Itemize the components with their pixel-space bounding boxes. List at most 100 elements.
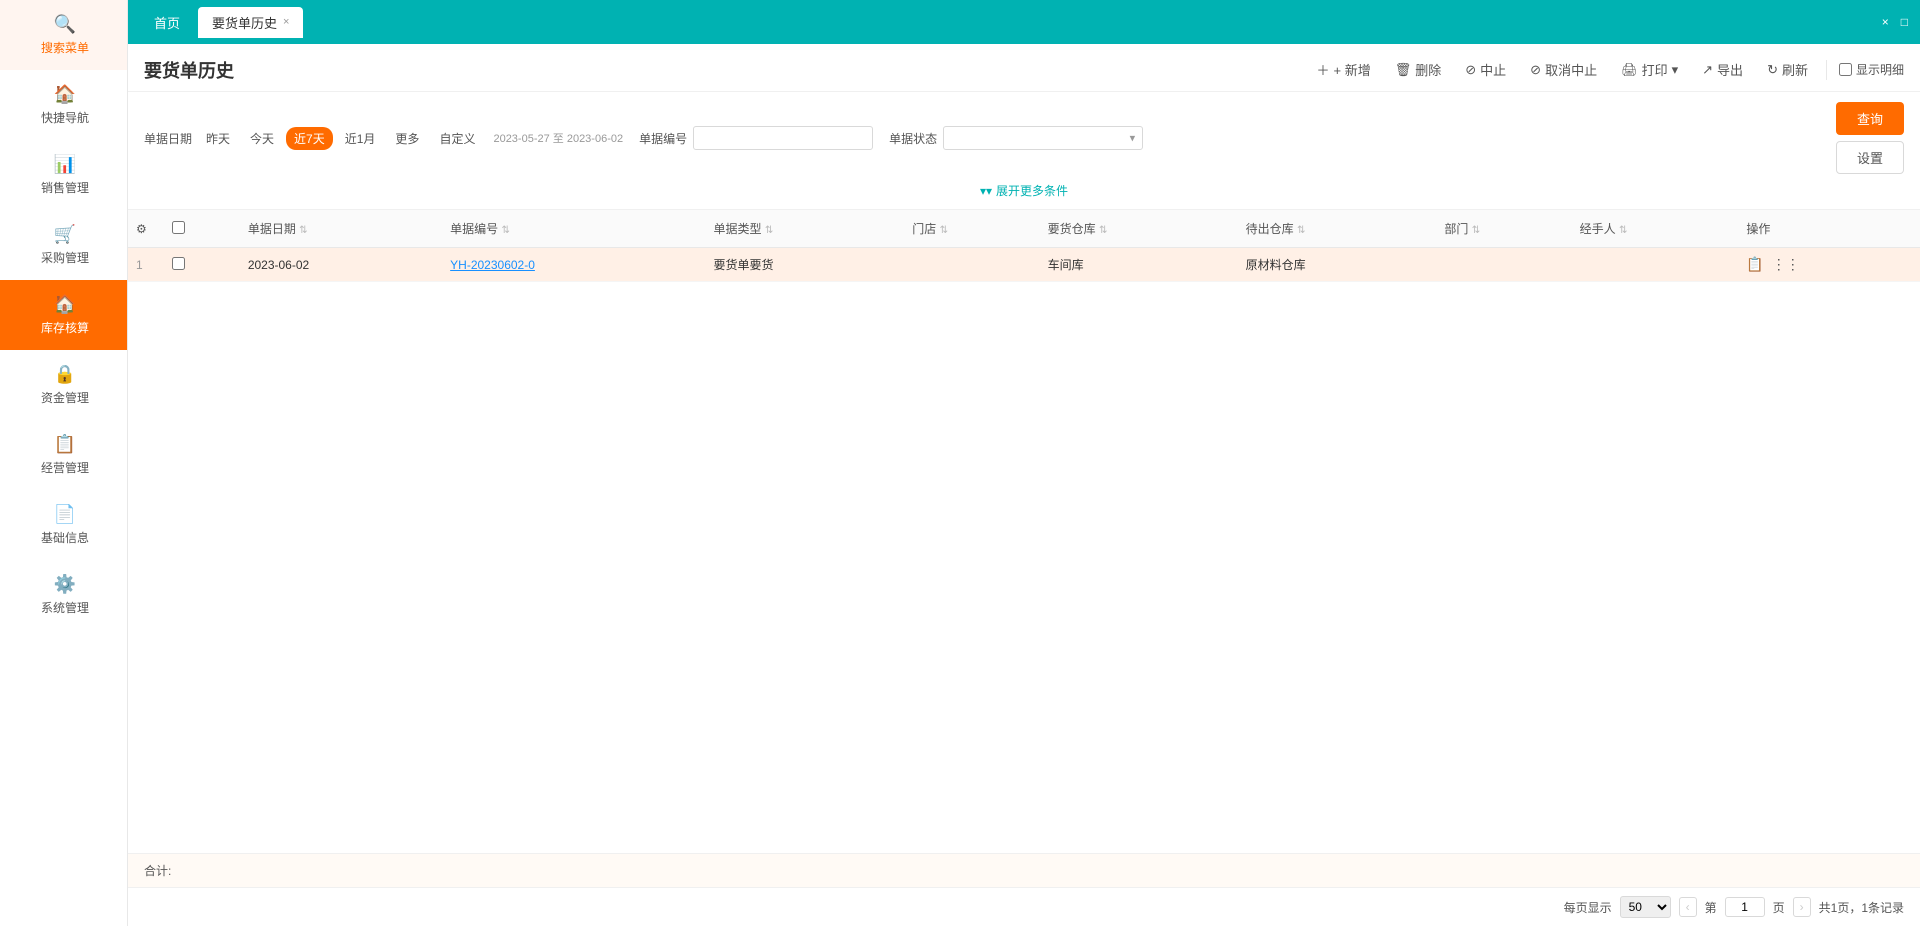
- delete-button[interactable]: 🗑 删除: [1389, 56, 1448, 83]
- topbar-close-btn[interactable]: ×: [1882, 15, 1889, 29]
- th-handler-label: 经手人: [1580, 222, 1616, 236]
- doc-no-input[interactable]: [693, 126, 873, 150]
- next-page-btn[interactable]: ›: [1793, 897, 1811, 917]
- sidebar-item-purchase-mgmt[interactable]: 🛒 采购管理: [0, 210, 127, 280]
- topbar-right-actions: × □: [1882, 15, 1908, 29]
- cell-action: 📋 ⋮⋮: [1738, 248, 1920, 282]
- sort-handler-icon[interactable]: ⇅: [1619, 225, 1627, 236]
- sidebar-item-label: 快捷导航: [41, 109, 89, 126]
- query-button[interactable]: 查询: [1836, 102, 1904, 135]
- date-btn-today[interactable]: 今天: [242, 127, 282, 150]
- status-select[interactable]: [943, 126, 1143, 150]
- print-dropdown-icon[interactable]: ▾: [1672, 62, 1679, 78]
- page-title: 要货单历史: [144, 57, 234, 83]
- new-button[interactable]: ＋ + 新增: [1310, 56, 1376, 83]
- sidebar-item-label: 搜索菜单: [41, 39, 89, 56]
- cell-checkbox: [164, 248, 240, 282]
- print-button[interactable]: 🖨 打印 ▾: [1615, 56, 1684, 83]
- export-button[interactable]: ↗ 导出: [1696, 56, 1749, 83]
- sort-req-warehouse-icon[interactable]: ⇅: [1099, 225, 1107, 236]
- export-icon: ↗: [1702, 62, 1713, 78]
- topbar-minimize-btn[interactable]: □: [1901, 15, 1908, 29]
- sort-dept-icon[interactable]: ⇅: [1472, 225, 1480, 236]
- doc-no-filter: 单据编号: [639, 126, 873, 150]
- cell-req-warehouse: 车间库: [1040, 248, 1238, 282]
- doc-no-link[interactable]: YH-20230602-0: [450, 258, 535, 272]
- sort-pending-warehouse-icon[interactable]: ⇅: [1297, 225, 1305, 236]
- sort-doc-no-icon[interactable]: ⇅: [502, 225, 510, 236]
- toolbar: ＋ + 新增 🗑 删除 ⊘ 中止 ⊘ 取消中止 🖨 打印: [1310, 56, 1904, 83]
- settings-col-icon[interactable]: ⚙: [136, 222, 147, 236]
- expand-more-btn[interactable]: ▾▾ 展开更多条件: [144, 182, 1904, 199]
- delete-icon: 🗑: [1395, 62, 1412, 78]
- stop-button[interactable]: ⊘ 中止: [1459, 56, 1512, 83]
- th-store-label: 门店: [912, 222, 936, 236]
- row-number: 1: [136, 258, 143, 272]
- date-range-display: 2023-05-27 至 2023-06-02: [493, 130, 623, 146]
- page-header: 要货单历史 ＋ + 新增 🗑 删除 ⊘ 中止 ⊘ 取消中止: [128, 44, 1920, 92]
- sort-date-icon[interactable]: ⇅: [299, 225, 307, 236]
- cell-doc-type: 要货单要货: [706, 248, 905, 282]
- close-tab-icon[interactable]: ×: [283, 16, 289, 28]
- show-detail-input[interactable]: [1839, 63, 1852, 76]
- filter-row: 单据日期 昨天 今天 近7天 近1月 更多 自定义 2023-05-27 至 2…: [144, 102, 1904, 174]
- sort-store-icon[interactable]: ⇅: [940, 225, 948, 236]
- sidebar-item-basic-info[interactable]: 📄 基础信息: [0, 490, 127, 560]
- prev-page-btn[interactable]: ‹: [1679, 897, 1697, 917]
- select-all-checkbox[interactable]: [172, 221, 185, 234]
- row-edit-icon[interactable]: 📋: [1746, 256, 1763, 273]
- date-btn-more[interactable]: 更多: [387, 127, 427, 150]
- sys-mgmt-icon: ⚙️: [54, 574, 76, 595]
- show-detail-checkbox[interactable]: 显示明细: [1839, 61, 1904, 78]
- filter-action-buttons: 查询 设置: [1836, 102, 1904, 174]
- tab-active[interactable]: 要货单历史 ×: [198, 7, 303, 38]
- tab-home[interactable]: 首页: [140, 7, 194, 38]
- sales-mgmt-icon: 📊: [54, 154, 76, 175]
- export-label: 导出: [1717, 60, 1743, 79]
- date-btn-1month[interactable]: 近1月: [337, 127, 384, 150]
- sidebar-item-inventory[interactable]: 🏠 库存核算: [0, 280, 127, 350]
- page-prefix: 第: [1705, 899, 1717, 916]
- new-label: + 新增: [1333, 60, 1370, 79]
- th-action: 操作: [1738, 210, 1920, 248]
- refresh-button[interactable]: ↻ 刷新: [1761, 56, 1814, 83]
- th-doc-type: 单据类型 ⇅: [706, 210, 905, 248]
- table-wrapper: ⚙ 单据日期 ⇅ 单据编号 ⇅: [128, 210, 1920, 853]
- cell-num: 1: [128, 248, 164, 282]
- stop-label: 中止: [1480, 60, 1506, 79]
- sidebar-item-sales-mgmt[interactable]: 📊 销售管理: [0, 140, 127, 210]
- main-area: 首页 要货单历史 × × □ 要货单历史 ＋ + 新增 🗑 删除: [128, 0, 1920, 926]
- date-btn-yesterday[interactable]: 昨天: [198, 127, 238, 150]
- row-more-icon[interactable]: ⋮⋮: [1772, 256, 1800, 273]
- home-tab-label: 首页: [154, 13, 180, 32]
- page-number-input[interactable]: [1725, 897, 1765, 917]
- new-icon: ＋: [1316, 60, 1329, 79]
- th-pending-warehouse: 待出仓库 ⇅: [1238, 210, 1437, 248]
- sidebar-item-ops-mgmt[interactable]: 📋 经营管理: [0, 420, 127, 490]
- show-detail-label: 显示明细: [1856, 61, 1904, 78]
- print-label: 打印: [1642, 60, 1668, 79]
- sidebar: 🔍 搜索菜单 🏠 快捷导航 📊 销售管理 🛒 采购管理 🏠 库存核算 🔒 资金管…: [0, 0, 128, 926]
- table-row: 1 2023-06-02 YH-20230602-0 要货单要货 车间库 原材料…: [128, 248, 1920, 282]
- th-doc-no: 单据编号 ⇅: [442, 210, 705, 248]
- sidebar-item-label: 经营管理: [41, 459, 89, 476]
- status-select-wrapper: [943, 126, 1143, 150]
- date-btn-custom[interactable]: 自定义: [431, 127, 483, 150]
- sidebar-item-sys-mgmt[interactable]: ⚙️ 系统管理: [0, 560, 127, 630]
- sidebar-item-quick-nav[interactable]: 🏠 快捷导航: [0, 70, 127, 140]
- row-checkbox[interactable]: [172, 257, 185, 270]
- sort-doc-type-icon[interactable]: ⇅: [765, 225, 773, 236]
- th-dept-label: 部门: [1444, 222, 1468, 236]
- inventory-icon: 🏠: [54, 294, 76, 315]
- page-size-select[interactable]: 50 100 200: [1620, 896, 1671, 918]
- cancel-stop-button[interactable]: ⊘ 取消中止: [1524, 56, 1603, 83]
- date-btn-7days[interactable]: 近7天: [286, 127, 333, 150]
- pagination: 每页显示 50 100 200 ‹ 第 页 › 共1页，1条记录: [128, 887, 1920, 926]
- quick-nav-icon: 🏠: [54, 84, 76, 105]
- sidebar-item-finance-mgmt[interactable]: 🔒 资金管理: [0, 350, 127, 420]
- th-checkbox: [164, 210, 240, 248]
- status-filter: 单据状态: [889, 126, 1143, 150]
- th-req-warehouse-label: 要货仓库: [1048, 222, 1096, 236]
- setting-button[interactable]: 设置: [1836, 141, 1904, 174]
- sidebar-item-search-menu[interactable]: 🔍 搜索菜单: [0, 0, 127, 70]
